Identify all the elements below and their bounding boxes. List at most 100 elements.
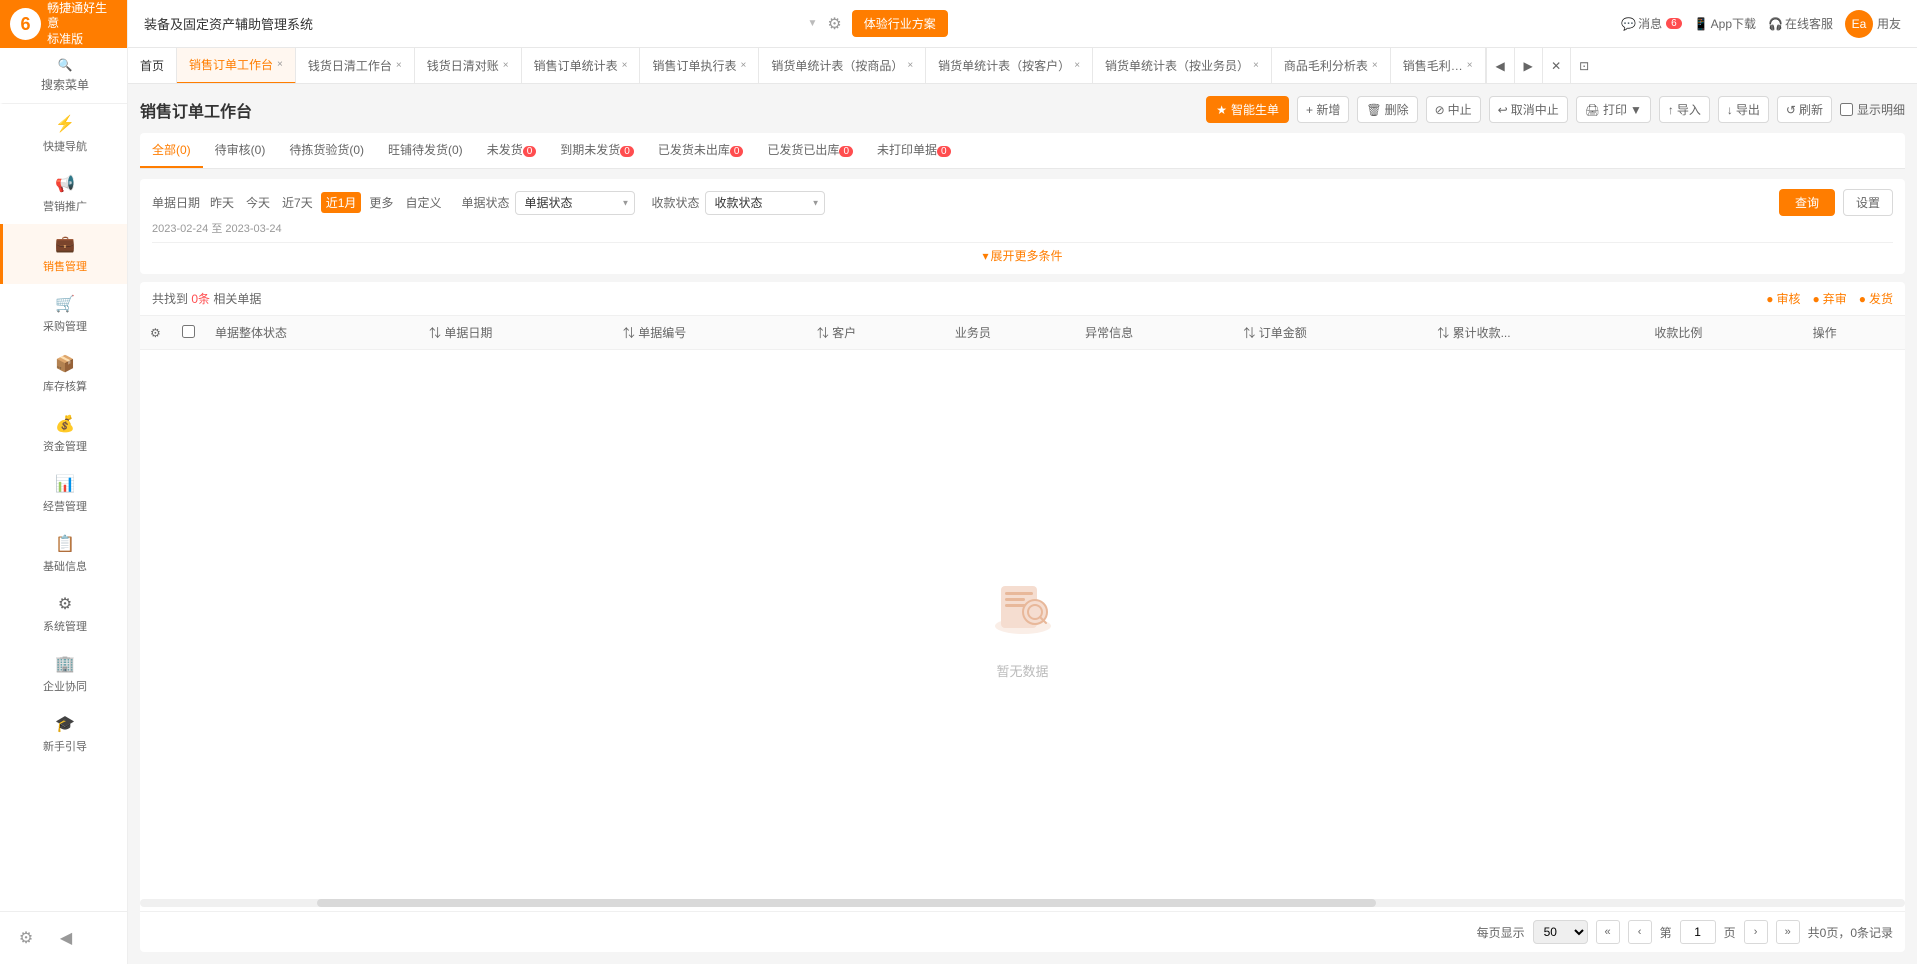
settings-icon[interactable]: ⚙ xyxy=(827,14,841,34)
tab-sales-staff[interactable]: 销货单统计表（按业务员） × xyxy=(1093,48,1272,84)
tab-sales-customer[interactable]: 销货单统计表（按客户） × xyxy=(926,48,1093,84)
sidebar-item-quick-nav[interactable]: ⚡ 快捷导航 xyxy=(0,104,127,164)
tab-close-icon[interactable]: × xyxy=(1253,60,1259,71)
next-page-button[interactable]: › xyxy=(1744,920,1768,944)
tab-close-icon[interactable]: × xyxy=(907,60,913,71)
col-collected[interactable]: ⇅ 累计收款... xyxy=(1427,316,1644,350)
sidebar-item-system[interactable]: ⚙ 系统管理 xyxy=(0,584,127,644)
scrollbar-thumb[interactable] xyxy=(317,899,1376,907)
add-button[interactable]: + 新增 xyxy=(1297,96,1349,123)
print-button[interactable]: 🖨 打印 ▼ xyxy=(1576,96,1651,123)
tab-close-icon[interactable]: × xyxy=(277,59,283,70)
status-select[interactable]: 单据状态 xyxy=(515,191,635,215)
tab-close-icon[interactable]: × xyxy=(740,60,746,71)
date-option-today[interactable]: 今天 xyxy=(242,192,274,213)
horizontal-scrollbar[interactable] xyxy=(140,899,1905,907)
import-button[interactable]: ↑ 导入 xyxy=(1659,96,1710,123)
date-option-7days[interactable]: 近7天 xyxy=(278,192,317,213)
sub-tab-wangpu-ship[interactable]: 旺铺待发货(0) xyxy=(376,133,475,168)
sub-tab-pending-review[interactable]: 待审核(0) xyxy=(203,133,278,168)
online-service-button[interactable]: 🎧 在线客服 xyxy=(1768,15,1833,32)
first-page-button[interactable]: « xyxy=(1596,920,1620,944)
col-exception[interactable]: 异常信息 xyxy=(1075,316,1233,350)
sidebar-item-guide[interactable]: 🎓 新手引导 xyxy=(0,704,127,764)
sidebar-item-marketing[interactable]: 📢 营销推广 xyxy=(0,164,127,224)
tab-close-icon[interactable]: × xyxy=(1467,60,1473,71)
show-detail-checkbox[interactable] xyxy=(1840,103,1853,116)
tab-close-icon[interactable]: × xyxy=(503,60,509,71)
refresh-button[interactable]: ↺ 刷新 xyxy=(1777,96,1832,123)
tab-nav-next[interactable]: ▶ xyxy=(1514,48,1542,84)
col-amount[interactable]: ⇅ 订单金额 xyxy=(1233,316,1427,350)
tab-home[interactable]: 首页 xyxy=(128,48,177,84)
tab-nav-prev[interactable]: ◀ xyxy=(1486,48,1514,84)
tab-cash-daily[interactable]: 钱货日清工作台 × xyxy=(296,48,415,84)
tab-sales-product[interactable]: 销货单统计表（按商品） × xyxy=(759,48,926,84)
tab-close-icon[interactable]: × xyxy=(622,60,628,71)
experience-button[interactable]: 体验行业方案 xyxy=(852,10,948,37)
tab-close-icon[interactable]: × xyxy=(1372,60,1378,71)
col-settings[interactable]: ⚙ xyxy=(140,316,172,350)
col-status[interactable]: 单据整体状态 xyxy=(205,316,419,350)
dropdown-arrow-icon[interactable]: ▼ xyxy=(807,18,817,29)
tab-sales-stats[interactable]: 销售订单统计表 × xyxy=(522,48,641,84)
sub-tab-not-shipped[interactable]: 未发货0 xyxy=(475,133,549,168)
user-button[interactable]: Ea 用友 xyxy=(1845,10,1901,38)
sub-tab-shipped-out[interactable]: 已发货已出库0 xyxy=(755,133,865,168)
sidebar-item-purchase[interactable]: 🛒 采购管理 xyxy=(0,284,127,344)
cancel-stop-button[interactable]: ↩ 取消中止 xyxy=(1489,96,1568,123)
sidebar-collapse-button[interactable]: ◀ xyxy=(50,922,82,954)
col-salesperson[interactable]: 业务员 xyxy=(945,316,1075,350)
tab-sales-gross[interactable]: 销售毛利… × xyxy=(1391,48,1486,84)
sub-tab-shipped-not-out[interactable]: 已发货未出库0 xyxy=(646,133,756,168)
tab-close-icon[interactable]: × xyxy=(396,60,402,71)
sub-tab-not-printed[interactable]: 未打印单据0 xyxy=(865,133,963,168)
sidebar-item-enterprise[interactable]: 🏢 企业协同 xyxy=(0,644,127,704)
stop-button[interactable]: ⊘ 中止 xyxy=(1426,96,1481,123)
tab-sales-exec[interactable]: 销售订单执行表 × xyxy=(640,48,759,84)
sidebar-item-finance[interactable]: 💰 资金管理 xyxy=(0,404,127,464)
sidebar-item-search[interactable]: 🔍 搜索菜单 xyxy=(0,48,127,104)
delete-button[interactable]: 🗑 删除 xyxy=(1357,96,1417,123)
last-page-button[interactable]: » xyxy=(1776,920,1800,944)
sub-tab-overdue-not-shipped[interactable]: 到期未发货0 xyxy=(548,133,646,168)
smart-generate-button[interactable]: ★ 智能生单 xyxy=(1206,96,1289,123)
col-customer[interactable]: ⇅ 客户 xyxy=(807,316,945,350)
expand-filter-button[interactable]: ▾ 展开更多条件 xyxy=(982,247,1062,264)
sidebar-item-basic-info[interactable]: 📋 基础信息 xyxy=(0,524,127,584)
query-button[interactable]: 查询 xyxy=(1779,189,1835,216)
tab-sales-order-workbench[interactable]: 销售订单工作台 × xyxy=(177,48,296,84)
col-number[interactable]: ⇅ 单据编号 xyxy=(613,316,807,350)
sub-tab-pending-pickup[interactable]: 待拣货验货(0) xyxy=(277,133,376,168)
export-button[interactable]: ↓ 导出 xyxy=(1718,96,1769,123)
tab-gross-profit[interactable]: 商品毛利分析表 × xyxy=(1272,48,1391,84)
col-ratio[interactable]: 收款比例 xyxy=(1644,316,1802,350)
message-button[interactable]: 💬 消息 6 xyxy=(1621,15,1682,32)
page-number-input[interactable] xyxy=(1680,920,1716,944)
tab-cash-reconcile[interactable]: 钱货日清对账 × xyxy=(415,48,522,84)
set-button[interactable]: 设置 xyxy=(1843,189,1893,216)
tab-close-icon[interactable]: × xyxy=(1074,60,1080,71)
date-option-more[interactable]: 更多 xyxy=(365,192,397,213)
sub-tab-all[interactable]: 全部(0) xyxy=(140,133,203,168)
date-option-custom[interactable]: 自定义 xyxy=(401,192,445,213)
app-download-button[interactable]: 📱 App下载 xyxy=(1694,15,1756,32)
cancel-review-action[interactable]: ● 弃审 xyxy=(1812,290,1846,307)
prev-page-button[interactable]: ‹ xyxy=(1628,920,1652,944)
date-option-1month[interactable]: 近1月 xyxy=(321,192,362,213)
col-checkbox[interactable] xyxy=(172,316,205,350)
date-option-yesterday[interactable]: 昨天 xyxy=(206,192,238,213)
ship-action[interactable]: ● 发货 xyxy=(1859,290,1893,307)
tab-expand[interactable]: ⊡ xyxy=(1570,48,1598,84)
col-date[interactable]: ⇅ 单据日期 xyxy=(419,316,613,350)
sidebar-settings-button[interactable]: ⚙ xyxy=(10,922,42,954)
tab-close-all[interactable]: ✕ xyxy=(1542,48,1570,84)
sidebar-item-sales[interactable]: 💼 销售管理 xyxy=(0,224,127,284)
sidebar-item-inventory[interactable]: 📦 库存核算 xyxy=(0,344,127,404)
review-action[interactable]: ● 审核 xyxy=(1766,290,1800,307)
sidebar-item-operations[interactable]: 📊 经营管理 xyxy=(0,464,127,524)
page-size-select[interactable]: 50 10 20 100 xyxy=(1533,920,1588,944)
select-all-checkbox[interactable] xyxy=(182,325,195,338)
payment-select[interactable]: 收款状态 xyxy=(705,191,825,215)
show-detail-checkbox-label[interactable]: 显示明细 xyxy=(1840,101,1905,118)
